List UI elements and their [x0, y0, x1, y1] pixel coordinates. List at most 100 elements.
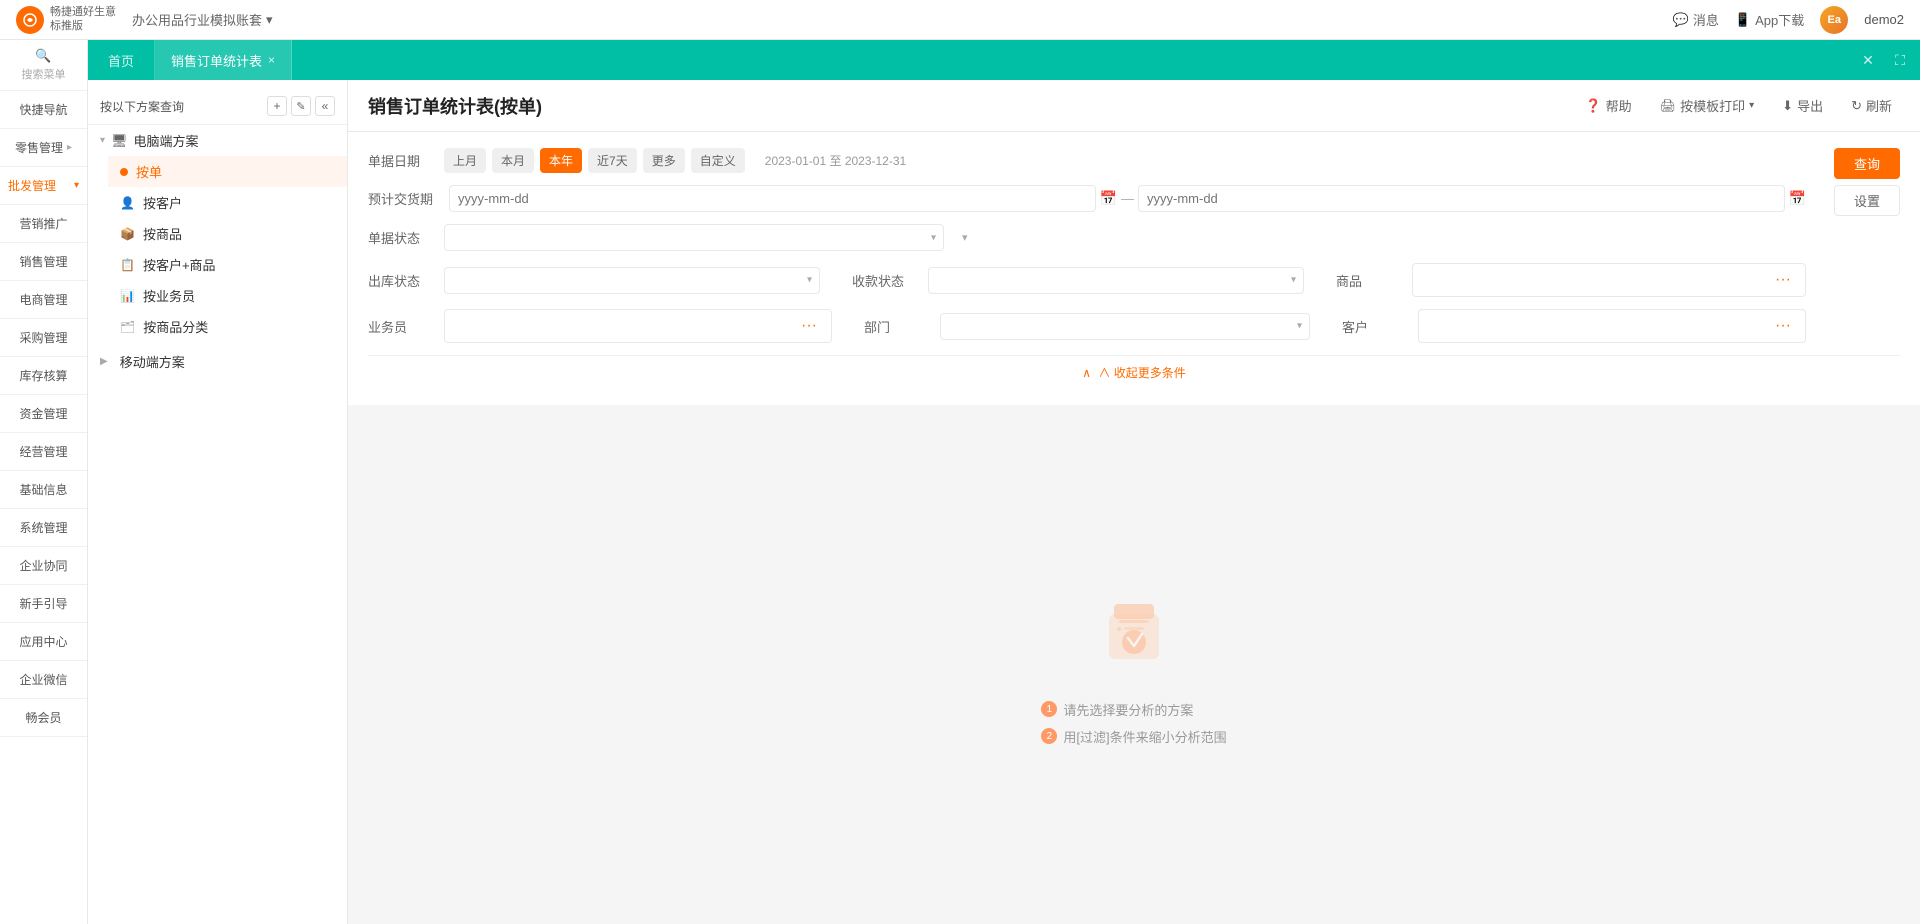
logo-icon	[16, 6, 44, 34]
sidebar-item-basic[interactable]: 基础信息	[0, 471, 87, 509]
retail-arrow: ▸	[67, 142, 72, 153]
tree-node-desktop[interactable]: ▾ 🖥 电脑端方案	[88, 125, 347, 156]
sidebar-item-quicknav[interactable]: 快捷导航	[0, 91, 87, 129]
salesperson-dots-button[interactable]: ···	[795, 315, 823, 337]
tree-expand-icon: ▾	[100, 135, 105, 146]
print-button[interactable]: 🖨 按模板打印	[1652, 92, 1763, 119]
filter-row-expected-date: 预计交货期 📅 — 📅	[368, 185, 1806, 212]
ecommerce-label: 电商管理	[19, 291, 67, 308]
tab-bar: 首页 销售订单统计表 × ✕ ⛶	[88, 40, 1920, 80]
date-this-year-button[interactable]: 本年	[540, 148, 582, 173]
salesperson-input[interactable]	[453, 319, 795, 334]
tree-edit-button[interactable]: ✎	[291, 96, 311, 116]
date-this-month-button[interactable]: 本月	[492, 148, 534, 173]
filter-row-sales-dept-cust: 业务员 ··· 部门 客户	[368, 309, 1806, 343]
dept-select[interactable]	[940, 313, 1310, 340]
help-button[interactable]: ❓ 帮助	[1577, 92, 1639, 119]
customer-dots-button[interactable]: ···	[1769, 315, 1797, 337]
sidebar: 🔍 搜索菜单 快捷导航 零售管理 ▸ 批发管理 ▾ 营销推广 销售管理 电商管理…	[0, 40, 88, 924]
sidebar-item-wholesale[interactable]: 批发管理 ▾	[0, 167, 87, 205]
sidebar-item-member[interactable]: 畅会员	[0, 699, 87, 737]
date-custom-button[interactable]: 自定义	[691, 148, 745, 173]
sales-label: 销售管理	[19, 253, 67, 270]
empty-illustration	[1084, 584, 1184, 684]
tree-add-button[interactable]: +	[267, 96, 287, 116]
sidebar-item-operations[interactable]: 经营管理	[0, 433, 87, 471]
tree-node-by-salesperson[interactable]: 📊 按业务员	[108, 280, 347, 311]
ship-status-wrapper	[444, 267, 820, 294]
member-label: 畅会员	[25, 709, 61, 726]
tree-node-by-customer-goods[interactable]: 📋 按客户+商品	[108, 249, 347, 280]
date-7days-button[interactable]: 近7天	[588, 148, 637, 173]
sidebar-item-purchase[interactable]: 采购管理	[0, 319, 87, 357]
goods-input[interactable]	[1421, 273, 1769, 288]
refresh-button[interactable]: ↻ 刷新	[1843, 92, 1900, 119]
page-title: 销售订单统计表(按单)	[368, 93, 542, 119]
tree-node-mobile[interactable]: ▶ 移动端方案	[88, 346, 347, 377]
tab-home[interactable]: 首页	[88, 40, 155, 80]
collapse-bar[interactable]: ∧ ∧ 收起更多条件	[368, 355, 1900, 389]
pay-status-select[interactable]	[928, 267, 1304, 294]
sidebar-item-retail[interactable]: 零售管理 ▸	[0, 129, 87, 167]
sidebar-item-appstore[interactable]: 应用中心	[0, 623, 87, 661]
tab-sales-stats[interactable]: 销售订单统计表 ×	[155, 40, 292, 80]
dept-label: 部门	[864, 317, 924, 336]
wholesale-label: 批发管理	[8, 177, 56, 194]
expected-date-label: 预计交货期	[368, 189, 433, 208]
app-download-button[interactable]: 📱 App下载	[1735, 10, 1804, 29]
date-range-input: 📅 — 📅	[449, 185, 1806, 212]
sidebar-item-marketing[interactable]: 营销推广	[0, 205, 87, 243]
tab-minimize-button[interactable]: ✕	[1856, 48, 1880, 72]
sidebar-item-sales[interactable]: 销售管理	[0, 243, 87, 281]
tree-collapse-button[interactable]: «	[315, 96, 335, 116]
enterprise-label: 企业协同	[19, 557, 67, 574]
top-bar-right: 💬 消息 📱 App下载 Ea demo2	[1673, 6, 1904, 34]
top-bar: 畅捷通好生意 标推版 办公用品行业模拟账套 ▾ 💬 消息 📱 App下载 Ea …	[0, 0, 1920, 40]
query-button[interactable]: 查询	[1834, 148, 1900, 179]
sidebar-item-system[interactable]: 系统管理	[0, 509, 87, 547]
by-customer-label: 按客户	[143, 193, 182, 212]
collapse-icon: «	[322, 99, 329, 113]
date-more-button[interactable]: 更多	[643, 148, 685, 173]
by-salesperson-label: 按业务员	[143, 286, 195, 305]
wholesale-arrow: ▾	[74, 180, 79, 191]
tree-node-by-category[interactable]: 🗂 按商品分类	[108, 311, 347, 342]
logo-area: 畅捷通好生意 标推版	[16, 6, 116, 34]
desktop-icon: 🖥	[111, 133, 128, 149]
top-bar-left: 畅捷通好生意 标推版 办公用品行业模拟账套 ▾	[16, 6, 281, 34]
sidebar-item-inventory[interactable]: 库存核算	[0, 357, 87, 395]
date-prev-month-button[interactable]: 上月	[444, 148, 486, 173]
expected-date-end-input[interactable]	[1138, 185, 1785, 212]
edit-icon: ✎	[296, 100, 305, 113]
marketing-label: 营销推广	[19, 215, 67, 232]
ship-status-select[interactable]	[444, 267, 820, 294]
avatar[interactable]: Ea	[1820, 6, 1848, 34]
sidebar-item-wechat[interactable]: 企业微信	[0, 661, 87, 699]
main-layout: 🔍 搜索菜单 快捷导航 零售管理 ▸ 批发管理 ▾ 营销推广 销售管理 电商管理…	[0, 40, 1920, 924]
export-button[interactable]: ⬇ 导出	[1774, 92, 1831, 119]
expected-date-start-input[interactable]	[449, 185, 1096, 212]
sidebar-item-newbie[interactable]: 新手引导	[0, 585, 87, 623]
sidebar-item-ecommerce[interactable]: 电商管理	[0, 281, 87, 319]
goods-dots-button[interactable]: ···	[1769, 269, 1797, 291]
add-icon: +	[273, 99, 280, 113]
tab-bar-right: ✕ ⛶	[1856, 48, 1920, 72]
username-label: demo2	[1864, 12, 1904, 27]
settings-button[interactable]: 设置	[1834, 185, 1900, 216]
tab-close-icon[interactable]: ×	[268, 53, 275, 67]
tree-node-by-order[interactable]: 按单	[108, 156, 347, 187]
status-select[interactable]	[444, 224, 944, 251]
sidebar-item-finance[interactable]: 资金管理	[0, 395, 87, 433]
tab-expand-button[interactable]: ⛶	[1888, 48, 1912, 72]
sidebar-item-search[interactable]: 🔍 搜索菜单	[0, 40, 87, 91]
calendar-start-icon[interactable]: 📅	[1100, 190, 1117, 207]
tree-node-by-customer[interactable]: 👤 按客户	[108, 187, 347, 218]
messages-button[interactable]: 💬 消息	[1673, 10, 1719, 29]
sidebar-item-enterprise[interactable]: 企业协同	[0, 547, 87, 585]
customer-input[interactable]	[1427, 319, 1769, 334]
calendar-end-icon[interactable]: 📅	[1789, 190, 1806, 207]
workspace-selector[interactable]: 办公用品行业模拟账套 ▾	[124, 6, 281, 33]
tree-node-by-goods[interactable]: 📦 按商品	[108, 218, 347, 249]
chevron-down-icon: ▾	[266, 12, 273, 28]
right-panel: 销售订单统计表(按单) ❓ 帮助 🖨 按模板打印 ⬇	[348, 80, 1920, 924]
